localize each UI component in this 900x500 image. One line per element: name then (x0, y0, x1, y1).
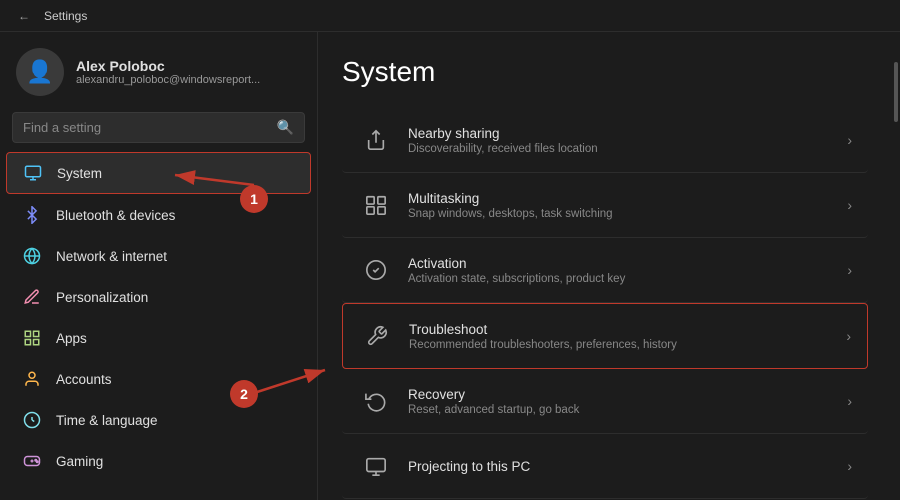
settings-item-activation[interactable]: Activation Activation state, subscription… (342, 238, 868, 303)
sidebar-label-apps: Apps (56, 331, 87, 346)
sidebar-item-apps[interactable]: Apps (6, 318, 311, 358)
projecting-text: Projecting to this PC (408, 459, 847, 474)
settings-item-nearby-sharing[interactable]: Nearby sharing Discoverability, received … (342, 108, 868, 173)
multitasking-text: Multitasking Snap windows, desktops, task… (408, 191, 847, 220)
recovery-text: Recovery Reset, advanced startup, go back (408, 387, 847, 416)
nearby-sharing-chevron: › (847, 132, 852, 148)
activation-title: Activation (408, 256, 847, 271)
activation-icon (358, 252, 394, 288)
recovery-icon (358, 383, 394, 419)
recovery-chevron: › (847, 393, 852, 409)
user-info: Alex Poloboc alexandru_poloboc@windowsre… (76, 58, 260, 86)
sidebar-item-timelanguage[interactable]: Time & language (6, 400, 311, 440)
multitasking-desc: Snap windows, desktops, task switching (408, 208, 847, 220)
settings-list: Nearby sharing Discoverability, received … (342, 108, 868, 499)
user-email: alexandru_poloboc@windowsreport... (76, 74, 260, 86)
troubleshoot-text: Troubleshoot Recommended troubleshooters,… (409, 322, 846, 351)
activation-text: Activation Activation state, subscription… (408, 256, 847, 285)
sidebar-item-accounts[interactable]: Accounts (6, 359, 311, 399)
multitasking-title: Multitasking (408, 191, 847, 206)
settings-item-troubleshoot[interactable]: Troubleshoot Recommended troubleshooters,… (342, 303, 868, 369)
troubleshoot-desc: Recommended troubleshooters, preferences… (409, 339, 846, 351)
recovery-desc: Reset, advanced startup, go back (408, 404, 847, 416)
nearby-sharing-title: Nearby sharing (408, 126, 847, 141)
apps-icon (22, 328, 42, 348)
main-layout: 👤 Alex Poloboc alexandru_poloboc@windows… (0, 32, 900, 500)
search-bar[interactable]: 🔍 (12, 112, 305, 143)
personalization-icon (22, 287, 42, 307)
projecting-icon (358, 448, 394, 484)
nav-list: System Bluetooth & devices Network & inter… (0, 151, 317, 482)
sidebar: 👤 Alex Poloboc alexandru_poloboc@windows… (0, 32, 318, 500)
activation-chevron: › (847, 262, 852, 278)
content-area: System Nearby sharing Discoverability, re… (318, 32, 892, 500)
bluetooth-icon (22, 205, 42, 225)
avatar: 👤 (16, 48, 64, 96)
settings-item-multitasking[interactable]: Multitasking Snap windows, desktops, task… (342, 173, 868, 238)
page-title: System (342, 56, 868, 88)
title-bar-label: Settings (44, 9, 87, 23)
sidebar-item-gaming[interactable]: Gaming (6, 441, 311, 481)
projecting-chevron: › (847, 458, 852, 474)
gaming-icon (22, 451, 42, 471)
sidebar-label-timelanguage: Time & language (56, 413, 158, 428)
title-bar: ← Settings (0, 0, 900, 32)
search-input[interactable] (23, 120, 269, 135)
user-name: Alex Poloboc (76, 58, 260, 74)
timelanguage-icon (22, 410, 42, 430)
troubleshoot-icon (359, 318, 395, 354)
nearby-sharing-text: Nearby sharing Discoverability, received … (408, 126, 847, 155)
scrollbar[interactable] (892, 32, 900, 500)
sidebar-item-bluetooth[interactable]: Bluetooth & devices (6, 195, 311, 235)
multitasking-chevron: › (847, 197, 852, 213)
recovery-title: Recovery (408, 387, 847, 402)
user-profile[interactable]: 👤 Alex Poloboc alexandru_poloboc@windows… (0, 32, 317, 108)
multitasking-icon (358, 187, 394, 223)
activation-desc: Activation state, subscriptions, product… (408, 273, 847, 285)
settings-item-projecting[interactable]: Projecting to this PC› (342, 434, 868, 499)
troubleshoot-title: Troubleshoot (409, 322, 846, 337)
scrollbar-thumb (894, 62, 898, 122)
avatar-icon: 👤 (26, 59, 53, 85)
projecting-title: Projecting to this PC (408, 459, 847, 474)
sidebar-label-gaming: Gaming (56, 454, 103, 469)
system-icon (23, 163, 43, 183)
sidebar-label-system: System (57, 166, 102, 181)
accounts-icon (22, 369, 42, 389)
nearby-sharing-desc: Discoverability, received files location (408, 143, 847, 155)
network-icon (22, 246, 42, 266)
sidebar-item-network[interactable]: Network & internet (6, 236, 311, 276)
sidebar-label-network: Network & internet (56, 249, 167, 264)
troubleshoot-chevron: › (846, 328, 851, 344)
back-button[interactable]: ← (12, 4, 36, 28)
nearby-sharing-icon (358, 122, 394, 158)
sidebar-item-system[interactable]: System (6, 152, 311, 194)
sidebar-label-personalization: Personalization (56, 290, 148, 305)
sidebar-item-personalization[interactable]: Personalization (6, 277, 311, 317)
search-icon: 🔍 (277, 119, 294, 136)
sidebar-label-bluetooth: Bluetooth & devices (56, 208, 175, 223)
settings-item-recovery[interactable]: Recovery Reset, advanced startup, go back… (342, 369, 868, 434)
sidebar-label-accounts: Accounts (56, 372, 112, 387)
